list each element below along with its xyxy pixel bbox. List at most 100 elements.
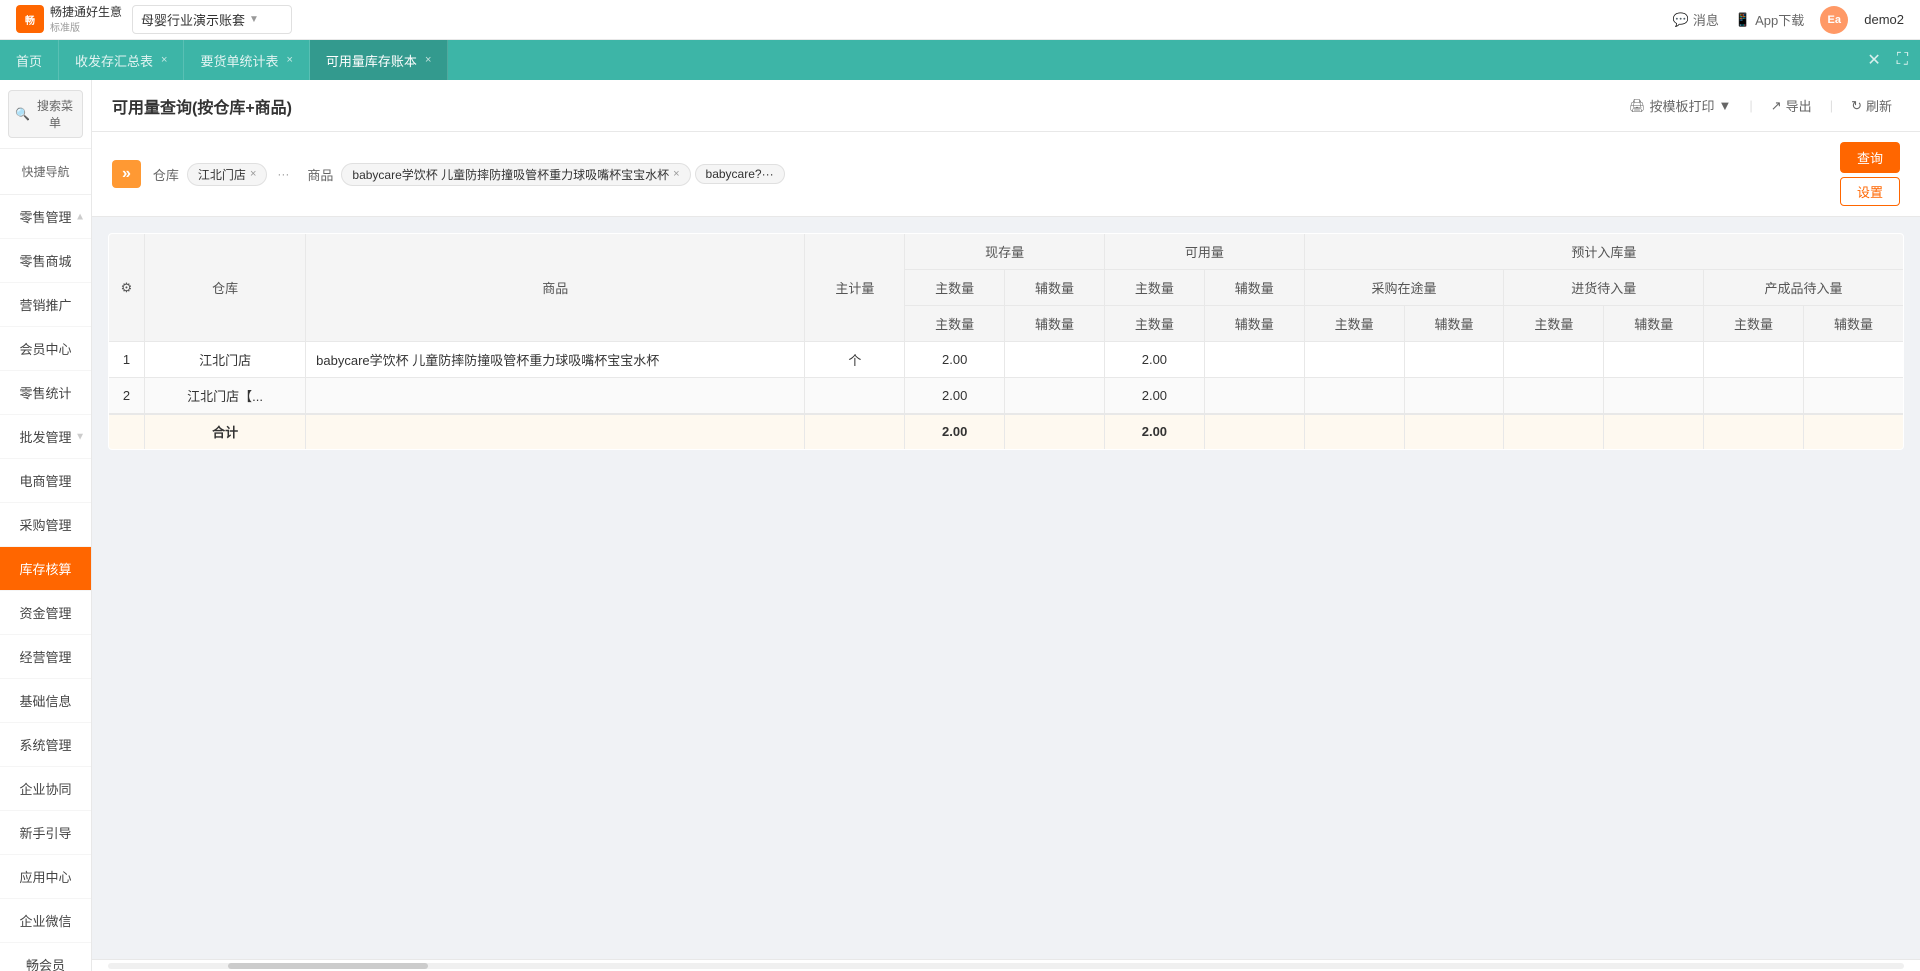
th-unit: 主计量 <box>805 234 905 342</box>
logo-text: 畅捷通好生意 标准版 <box>50 5 122 34</box>
tab-order-close[interactable]: × <box>286 54 292 66</box>
sidebar-item-newbie[interactable]: 新手引导 <box>0 811 91 855</box>
sidebar-item-enterprise-wechat[interactable]: 企业微信 <box>0 899 91 943</box>
th-available: 可用量 <box>1104 234 1304 270</box>
sidebar-item-system[interactable]: 系统管理 <box>0 723 91 767</box>
sidebar-item-operations-label: 经营管理 <box>19 647 71 666</box>
tab-stock-label: 可用量库存账本 <box>326 51 417 70</box>
sidebar-item-finance[interactable]: 资金管理 <box>0 591 91 635</box>
search-icon: 🔍 <box>15 107 30 121</box>
app-download-action[interactable]: 📱 App下载 <box>1735 10 1804 29</box>
sidebar-item-app-center[interactable]: 应用中心 <box>0 855 91 899</box>
warehouse-selector[interactable]: 母婴行业演示账套 ▼ <box>132 5 292 34</box>
sidebar-item-member[interactable]: 会员中心 <box>0 327 91 371</box>
sidebar-item-enterprise[interactable]: 企业协同 <box>0 767 91 811</box>
settings-button[interactable]: 设置 <box>1840 177 1900 206</box>
tab-receipt-label: 收发存汇总表 <box>75 51 153 70</box>
divider1: | <box>1749 98 1752 113</box>
row1-avail-main: 2.00 <box>1104 342 1204 378</box>
sidebar-item-retail-store[interactable]: 零售商城 <box>0 239 91 283</box>
refresh-label: 刷新 <box>1866 96 1892 115</box>
th-product: 商品 <box>306 234 805 342</box>
sidebar-item-vip[interactable]: 畅会员 <box>0 943 91 971</box>
quick-nav-btn[interactable]: 快捷导航 <box>8 157 83 186</box>
th-warehouse: 仓库 <box>145 234 306 342</box>
sidebar-item-inventory[interactable]: 库存核算 <box>0 547 91 591</box>
nav-right: ✕ ⛶ <box>1863 40 1920 80</box>
sidebar-item-retail-stats-label: 零售统计 <box>19 383 71 402</box>
filter-warehouse-tag-text: 江北门店 <box>198 166 246 183</box>
template-print-btn[interactable]: 🖨 按模板打印 ▼ <box>1621 92 1739 119</box>
footer-stock-main: 2.00 <box>905 414 1005 450</box>
sidebar-item-marketing[interactable]: 营销推广 <box>0 283 91 327</box>
sidebar-search-section: 🔍 搜索菜单 <box>0 80 91 149</box>
filter-product-tag-1: babycare?··· <box>695 164 785 184</box>
tab-order-stats[interactable]: 要货单统计表 × <box>184 40 309 80</box>
th-product-main: 主数量 <box>1704 306 1804 342</box>
warehouse-arrow: ▼ <box>249 14 259 25</box>
th-estimated-in: 预计入库量 <box>1304 234 1903 270</box>
tab-receipt-summary[interactable]: 收发存汇总表 × <box>59 40 184 80</box>
row2-product-main <box>1704 378 1804 414</box>
filter-warehouse-more[interactable]: ··· <box>271 165 295 183</box>
row1-inbound-aux <box>1604 342 1704 378</box>
sidebar-item-retail-stats[interactable]: 零售统计 <box>0 371 91 415</box>
th-inbound-pending: 进货待入量 <box>1504 270 1704 306</box>
filter-toggle-btn[interactable]: » <box>112 160 141 188</box>
top-bar-left: 畅 畅捷通好生意 标准版 母婴行业演示账套 ▼ <box>16 5 292 34</box>
app-icon: 📱 <box>1735 12 1751 28</box>
row1-stock-main: 2.00 <box>905 342 1005 378</box>
tab-available-stock[interactable]: 可用量库存账本 × <box>310 40 448 80</box>
search-menu-button[interactable]: 🔍 搜索菜单 <box>8 90 83 138</box>
table-footer-row: 合计 2.00 2.00 <box>109 414 1904 450</box>
sidebar-item-retail-store-label: 零售商城 <box>19 251 71 270</box>
th-avail-main2: 主数量 <box>1104 306 1204 342</box>
sidebar-item-ecommerce[interactable]: 电商管理 <box>0 459 91 503</box>
refresh-btn[interactable]: ↻ 刷新 <box>1843 92 1900 119</box>
th-avail-aux: 辅数量 <box>1204 270 1304 306</box>
app-label: App下载 <box>1755 10 1804 29</box>
filter-area: » 仓库 江北门店 × ··· 商品 babycare学饮杯 儿童防摔防撞吸管杯… <box>92 132 1920 217</box>
sidebar-item-basic-info[interactable]: 基础信息 <box>0 679 91 723</box>
sidebar-item-retail-mgmt[interactable]: 零售管理 ▲ <box>0 195 91 239</box>
footer-stock-aux <box>1005 414 1105 450</box>
expand-icon[interactable]: ⛶ <box>1893 47 1912 73</box>
query-button[interactable]: 查询 <box>1840 142 1900 173</box>
export-btn[interactable]: ↗ 导出 <box>1763 92 1820 119</box>
filter-actions: 查询 设置 <box>1840 142 1900 206</box>
sidebar-item-member-label: 会员中心 <box>19 339 71 358</box>
row2-stock-aux <box>1005 378 1105 414</box>
sidebar-item-wholesale[interactable]: 批发管理 ▼ <box>0 415 91 459</box>
user-name[interactable]: demo2 <box>1864 12 1904 27</box>
tab-receipt-close[interactable]: × <box>161 54 167 66</box>
row2-product <box>306 378 805 414</box>
sidebar-item-purchase[interactable]: 采购管理 <box>0 503 91 547</box>
tab-stock-close[interactable]: × <box>425 54 431 66</box>
filter-warehouse-tag: 江北门店 × <box>187 163 267 186</box>
filter-warehouse-label: 仓库 <box>153 165 179 184</box>
message-action[interactable]: 💬 消息 <box>1673 10 1719 29</box>
row1-inbound-main <box>1504 342 1604 378</box>
filter-warehouse-tag-remove[interactable]: × <box>250 168 256 180</box>
th-product-pending: 产成品待入量 <box>1704 270 1904 306</box>
tab-order-label: 要货单统计表 <box>200 51 278 70</box>
sidebar-item-retail-mgmt-label: 零售管理 <box>19 207 71 226</box>
filter-product-item: 商品 babycare学饮杯 儿童防摔防撞吸管杯重力球吸嘴杯宝宝水杯 × bab… <box>307 163 784 186</box>
sidebar-item-system-label: 系统管理 <box>19 735 71 754</box>
close-all-icon[interactable]: ✕ <box>1863 46 1884 74</box>
sidebar-item-app-center-label: 应用中心 <box>19 867 71 886</box>
filter-product-tag-0-remove[interactable]: × <box>673 168 679 180</box>
scroll-track[interactable] <box>108 963 1904 969</box>
footer-empty3 <box>805 414 905 450</box>
tab-home[interactable]: 首页 <box>0 40 59 80</box>
th-purchase-main: 主数量 <box>1304 306 1404 342</box>
sidebar-item-purchase-label: 采购管理 <box>19 515 71 534</box>
row1-warehouse: 江北门店 <box>145 342 306 378</box>
row1-purchase-main <box>1304 342 1404 378</box>
wholesale-arrow: ▼ <box>75 431 85 442</box>
row1-product: babycare学饮杯 儿童防摔防撞吸管杯重力球吸嘴杯宝宝水杯 <box>306 342 805 378</box>
th-purchase-aux: 辅数量 <box>1404 306 1504 342</box>
sidebar-item-operations[interactable]: 经营管理 <box>0 635 91 679</box>
sidebar-item-newbie-label: 新手引导 <box>19 823 71 842</box>
scroll-thumb[interactable] <box>228 963 428 969</box>
